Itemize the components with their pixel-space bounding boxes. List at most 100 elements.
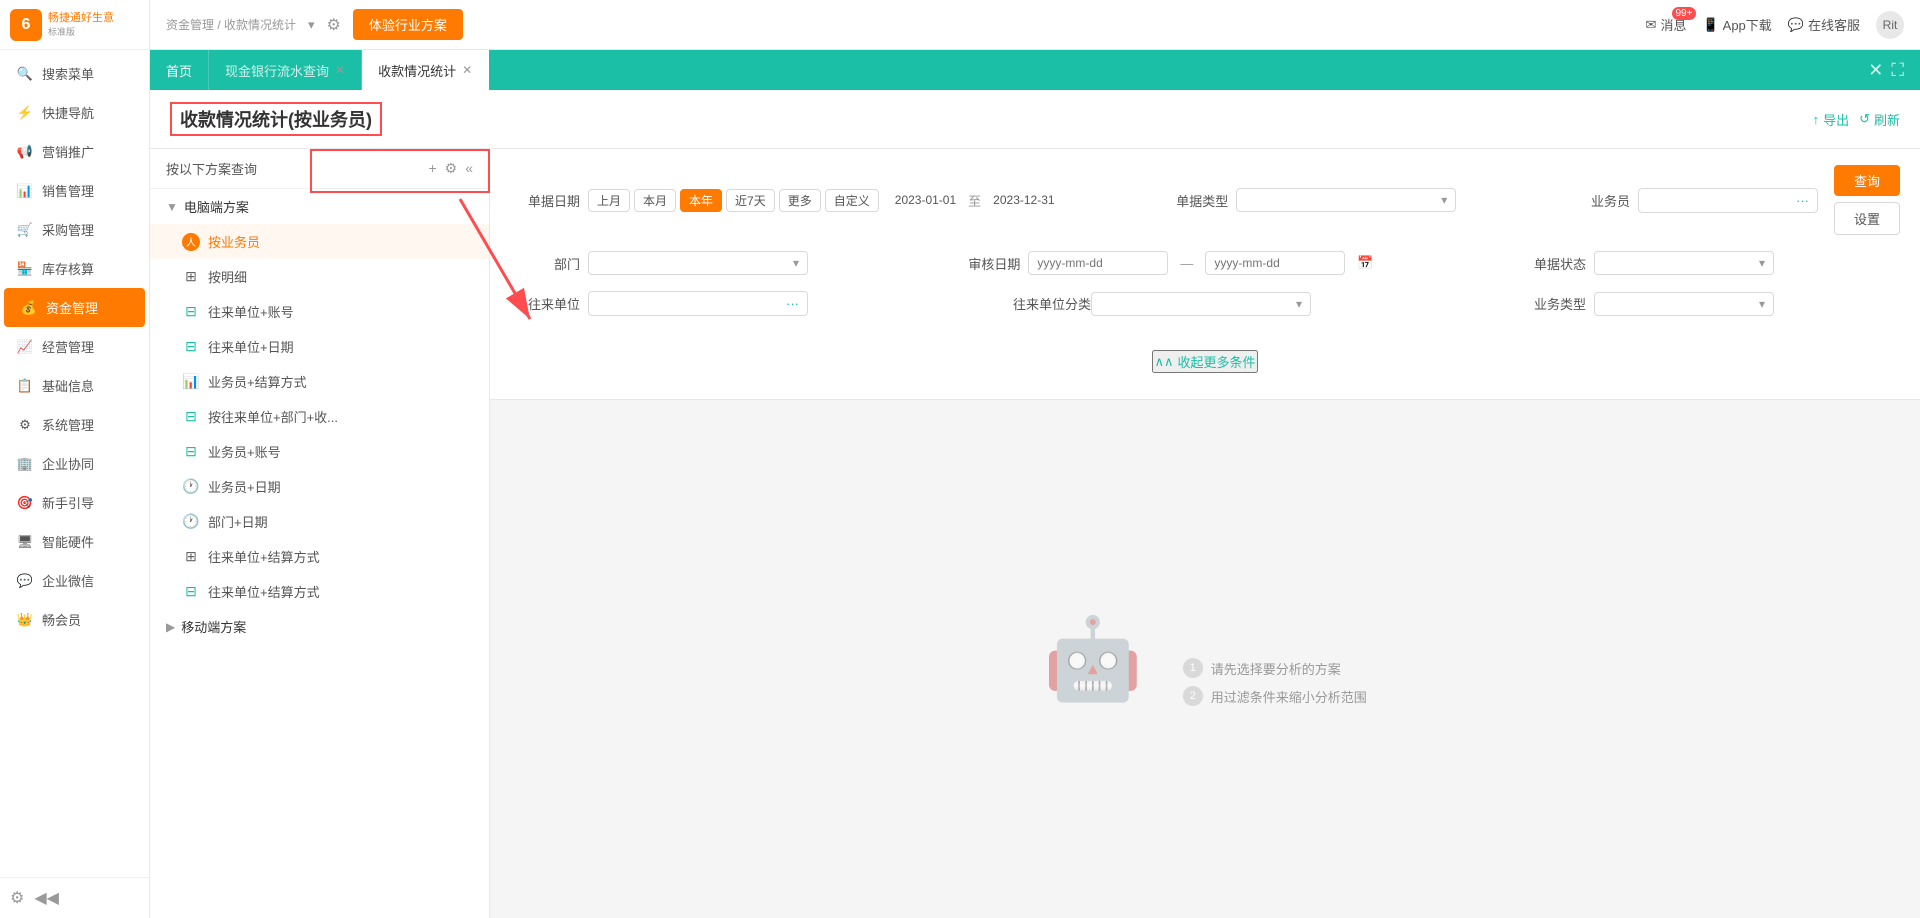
doc-status-chevron: ▾: [1759, 256, 1765, 270]
scheme-item-counterpart-settlement2[interactable]: ⊟ 往来单位+结算方式: [150, 574, 489, 609]
review-date-to-input[interactable]: [1205, 251, 1345, 275]
scheme-item-counterpart-dept[interactable]: ⊟ 按往来单位+部门+收...: [150, 399, 489, 434]
tab-collection-stats-close[interactable]: ✕: [462, 63, 472, 77]
collapse-button[interactable]: ∧∧ 收起更多条件: [1152, 350, 1257, 373]
sidebar-item-member[interactable]: 👑 畅会员: [0, 600, 149, 639]
app-download-label: App下载: [1723, 15, 1772, 34]
date-btn-this-year[interactable]: 本年: [680, 189, 722, 212]
business-type-select[interactable]: ▾: [1594, 292, 1774, 316]
review-date-dash: —: [1180, 256, 1193, 271]
review-date-calendar-icon[interactable]: 📅: [1357, 255, 1373, 271]
settings-button[interactable]: 设置: [1834, 202, 1900, 235]
scheme-group-mobile-header[interactable]: ▶ 移动端方案: [150, 609, 489, 644]
sidebar-item-label: 库存核算: [42, 259, 94, 278]
date-btn-this-month[interactable]: 本月: [634, 189, 676, 212]
doc-type-chevron: ▾: [1441, 193, 1447, 207]
filter-review-date-item: 审核日期 — 📅: [950, 251, 1373, 275]
sidebar-item-quick-nav[interactable]: ⚡ 快捷导航: [0, 93, 149, 132]
scheme-item-counterpart-settlement1[interactable]: ⊞ 往来单位+结算方式: [150, 539, 489, 574]
scheme-item-label: 业务员+结算方式: [208, 372, 307, 391]
sidebar-item-marketing[interactable]: 📢 营销推广: [0, 132, 149, 171]
tab-maximize-button[interactable]: ⛶: [1891, 60, 1904, 81]
scheme-item-label: 按业务员: [208, 232, 260, 251]
scheme-item-salesperson-account[interactable]: ⊟ 业务员+账号: [150, 434, 489, 469]
query-button[interactable]: 查询: [1834, 165, 1900, 196]
header-breadcrumb: 资金管理 / 收款情况统计: [166, 16, 296, 33]
date-btn-last-month[interactable]: 上月: [588, 189, 630, 212]
sidebar-item-system[interactable]: ⚙ 系统管理: [0, 405, 149, 444]
salesperson-select[interactable]: ···: [1638, 188, 1818, 213]
scheme-group-desktop-header[interactable]: ▼ 电脑端方案: [150, 189, 489, 224]
scheme-item-counterpart-date[interactable]: ⊟ 往来单位+日期: [150, 329, 489, 364]
settings-footer-icon[interactable]: ⚙: [10, 888, 24, 908]
counterpart-select[interactable]: ···: [588, 291, 808, 316]
scheme-item-counterpart-account[interactable]: ⊟ 往来单位+账号: [150, 294, 489, 329]
scheme-item-by-salesperson[interactable]: 人 按业务员: [150, 224, 489, 259]
doc-type-select[interactable]: ▾: [1236, 188, 1456, 212]
user-avatar[interactable]: Rit: [1876, 11, 1904, 39]
scheme-group-label: 电脑端方案: [184, 197, 249, 216]
sidebar-item-purchase[interactable]: 🛒 采购管理: [0, 210, 149, 249]
scheme-panel-actions: + ⚙ «: [428, 160, 473, 177]
content-body: 按以下方案查询 + ⚙ « ▼ 电脑端方案: [150, 149, 1920, 918]
scheme-collapse-icon[interactable]: «: [465, 160, 473, 177]
sidebar-item-enterprise[interactable]: 🏢 企业协同: [0, 444, 149, 483]
header-gear-icon[interactable]: ⚙: [327, 15, 341, 35]
trial-button[interactable]: 体验行业方案: [353, 9, 463, 40]
counterpart-more[interactable]: ···: [786, 296, 799, 311]
scheme-add-icon[interactable]: +: [428, 160, 436, 177]
sidebar-item-business[interactable]: 📈 经营管理: [0, 327, 149, 366]
empty-illustration: 🤖 1 请先选择要分析的方案 2 用过滤条件来缩小分析范围: [1043, 612, 1367, 706]
refresh-button[interactable]: ↺ 刷新: [1859, 110, 1900, 129]
scheme-item-salesperson-date[interactable]: 🕐 业务员+日期: [150, 469, 489, 504]
doc-status-select[interactable]: ▾: [1594, 251, 1774, 275]
date-btn-custom[interactable]: 自定义: [825, 189, 879, 212]
scheme-item-label: 往来单位+日期: [208, 337, 294, 356]
scheme-group-arrow: ▼: [166, 200, 178, 214]
tab-close-all-button[interactable]: ✕: [1868, 60, 1883, 81]
messages-button[interactable]: ✉ 消息 99+: [1646, 15, 1687, 34]
date-btn-last-7days[interactable]: 近7天: [726, 189, 775, 212]
scheme-panel: 按以下方案查询 + ⚙ « ▼ 电脑端方案: [150, 149, 490, 918]
app-download-button[interactable]: 📱 App下载: [1702, 15, 1771, 34]
sidebar-nav: 🔍 搜索菜单 ⚡ 快捷导航 📢 营销推广 📊 销售管理 🛒 采购管理 🏪: [0, 50, 149, 877]
sidebar-item-beginner[interactable]: 🎯 新手引导: [0, 483, 149, 522]
business-icon: 📈: [16, 338, 34, 356]
empty-step-2: 2 用过滤条件来缩小分析范围: [1183, 686, 1367, 706]
tab-bank-flow-label: 现金银行流水查询: [225, 61, 329, 80]
sidebar-item-inventory[interactable]: 🏪 库存核算: [0, 249, 149, 288]
counterpart-category-select[interactable]: ▾: [1091, 292, 1311, 316]
main-content: 资金管理 / 收款情况统计 ▾ ⚙ 体验行业方案 ✉ 消息 99+ 📱 App下…: [150, 0, 1920, 918]
review-date-from-input[interactable]: [1028, 251, 1168, 275]
salesperson-label: 业务员: [1560, 191, 1630, 210]
export-button[interactable]: ↑ 导出: [1813, 110, 1850, 129]
scheme-item-by-detail[interactable]: ⊞ 按明细: [150, 259, 489, 294]
scheme-settings-icon[interactable]: ⚙: [445, 160, 458, 177]
message-icon: ✉: [1646, 17, 1657, 33]
scheme-item-salesperson-settlement[interactable]: 📊 业务员+结算方式: [150, 364, 489, 399]
tab-home[interactable]: 首页: [150, 50, 209, 90]
date-btn-more[interactable]: 更多: [779, 189, 821, 212]
doc-status-label: 单据状态: [1516, 254, 1586, 273]
message-badge: 99+: [1672, 7, 1697, 20]
collapse-sidebar-icon[interactable]: ◀◀: [34, 888, 59, 908]
tab-bank-flow[interactable]: 现金银行流水查询 ✕: [209, 50, 362, 90]
filter-doc-status-item: 单据状态 ▾: [1516, 251, 1774, 275]
sidebar-item-finance[interactable]: 💰 资金管理: [4, 288, 145, 327]
download-icon: 📱: [1702, 17, 1718, 33]
header-dropdown-icon[interactable]: ▾: [308, 17, 315, 33]
sidebar-item-sales[interactable]: 📊 销售管理: [0, 171, 149, 210]
finance-icon: 💰: [20, 299, 38, 317]
scheme-item-dept-date[interactable]: 🕐 部门+日期: [150, 504, 489, 539]
sidebar-item-hardware[interactable]: 🖥 智能硬件: [0, 522, 149, 561]
business-type-label: 业务类型: [1516, 294, 1586, 313]
salesperson-more[interactable]: ···: [1796, 193, 1809, 208]
dept-select[interactable]: ▾: [588, 251, 808, 275]
step-1-text: 请先选择要分析的方案: [1211, 659, 1341, 678]
tab-bank-flow-close[interactable]: ✕: [335, 63, 345, 77]
sidebar-item-wechat[interactable]: 💬 企业微信: [0, 561, 149, 600]
online-service-button[interactable]: 💬 在线客服: [1788, 15, 1860, 34]
sidebar-item-search-menu[interactable]: 🔍 搜索菜单: [0, 54, 149, 93]
tab-collection-stats[interactable]: 收款情况统计 ✕: [362, 50, 489, 90]
sidebar-item-basic[interactable]: 📋 基础信息: [0, 366, 149, 405]
